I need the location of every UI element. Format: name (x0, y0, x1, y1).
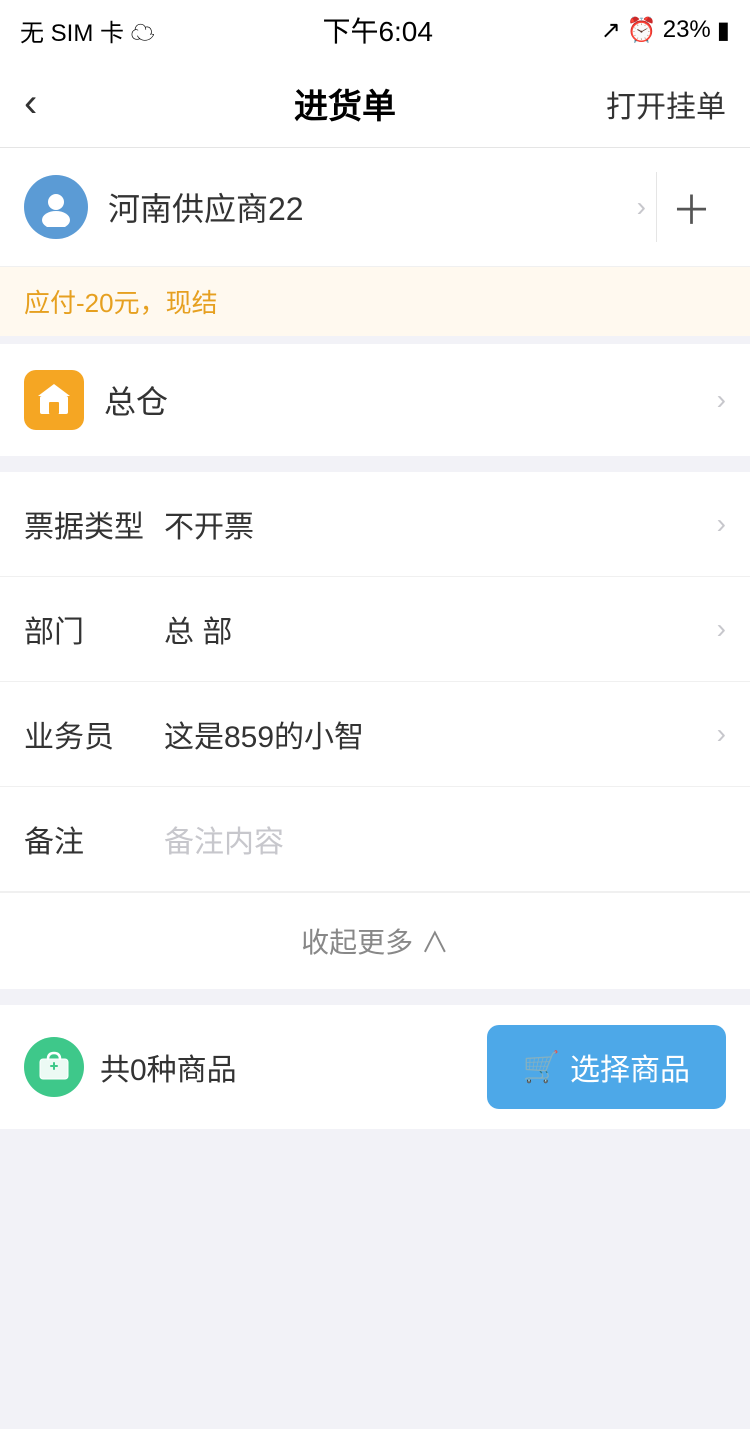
back-button[interactable]: ‹ (24, 81, 84, 126)
invoice-type-row[interactable]: 票据类型 不开票 › (0, 472, 750, 577)
add-supplier-button[interactable]: ＋ (656, 172, 726, 242)
product-icon (24, 1037, 84, 1097)
battery-text: 23% (663, 16, 711, 44)
notice-banner: 应付-20元，现结 (0, 267, 750, 336)
open-pending-button[interactable]: 打开挂单 (606, 82, 726, 126)
supplier-name: 河南供应商22 (108, 184, 627, 230)
supplier-section: 河南供应商22 › ＋ 应付-20元，现结 (0, 148, 750, 336)
invoice-type-value: 不开票 (164, 502, 707, 546)
department-chevron-icon: › (717, 613, 726, 645)
status-bar: 无 SIM 卡 ☁ 下午6:04 ↗ ⏰ 23% ▮ (0, 0, 750, 60)
supplier-chevron-icon: › (637, 191, 646, 223)
select-product-label: 选择商品 (570, 1045, 690, 1089)
nav-bar: ‹ 进货单 打开挂单 (0, 60, 750, 148)
warehouse-icon (24, 370, 84, 430)
select-product-icon: 🛒 (523, 1050, 560, 1085)
salesperson-chevron-icon: › (717, 718, 726, 750)
page-title: 进货单 (294, 79, 396, 128)
battery-icon: ▮ (717, 16, 730, 45)
department-label: 部门 (24, 607, 164, 651)
status-time: 下午6:04 (322, 10, 433, 50)
warehouse-chevron-icon: › (717, 384, 726, 416)
sim-signal: 无 SIM 卡 ☁ (20, 13, 155, 48)
form-section: 票据类型 不开票 › 部门 总 部 › 业务员 这是859的小智 › 备注 备注… (0, 472, 750, 989)
status-right: ↗ ⏰ 23% ▮ (601, 16, 730, 45)
supplier-row[interactable]: 河南供应商22 › ＋ (0, 148, 750, 267)
invoice-type-chevron-icon: › (717, 508, 726, 540)
salesperson-label: 业务员 (24, 712, 164, 756)
product-count: 共0种商品 (100, 1045, 487, 1089)
remark-label: 备注 (24, 817, 164, 861)
alarm-icon: ⏰ (627, 16, 657, 45)
gray-fill-area (0, 1129, 750, 1429)
location-icon: ↗ (601, 16, 621, 45)
select-product-button[interactable]: 🛒 选择商品 (487, 1025, 726, 1109)
invoice-type-label: 票据类型 (24, 502, 164, 546)
remark-value[interactable]: 备注内容 (164, 817, 726, 861)
collapse-button[interactable]: 收起更多 ∧ (0, 892, 750, 989)
remark-row[interactable]: 备注 备注内容 (0, 787, 750, 892)
salesperson-value: 这是859的小智 (164, 712, 707, 756)
salesperson-row[interactable]: 业务员 这是859的小智 › (0, 682, 750, 787)
department-row[interactable]: 部门 总 部 › (0, 577, 750, 682)
supplier-avatar (24, 175, 88, 239)
department-value: 总 部 (164, 607, 707, 651)
warehouse-row[interactable]: 总仓 › (0, 336, 750, 456)
warehouse-name: 总仓 (104, 377, 707, 423)
status-left: 无 SIM 卡 ☁ (20, 13, 155, 48)
bottom-bar: 共0种商品 🛒 选择商品 (0, 1005, 750, 1129)
